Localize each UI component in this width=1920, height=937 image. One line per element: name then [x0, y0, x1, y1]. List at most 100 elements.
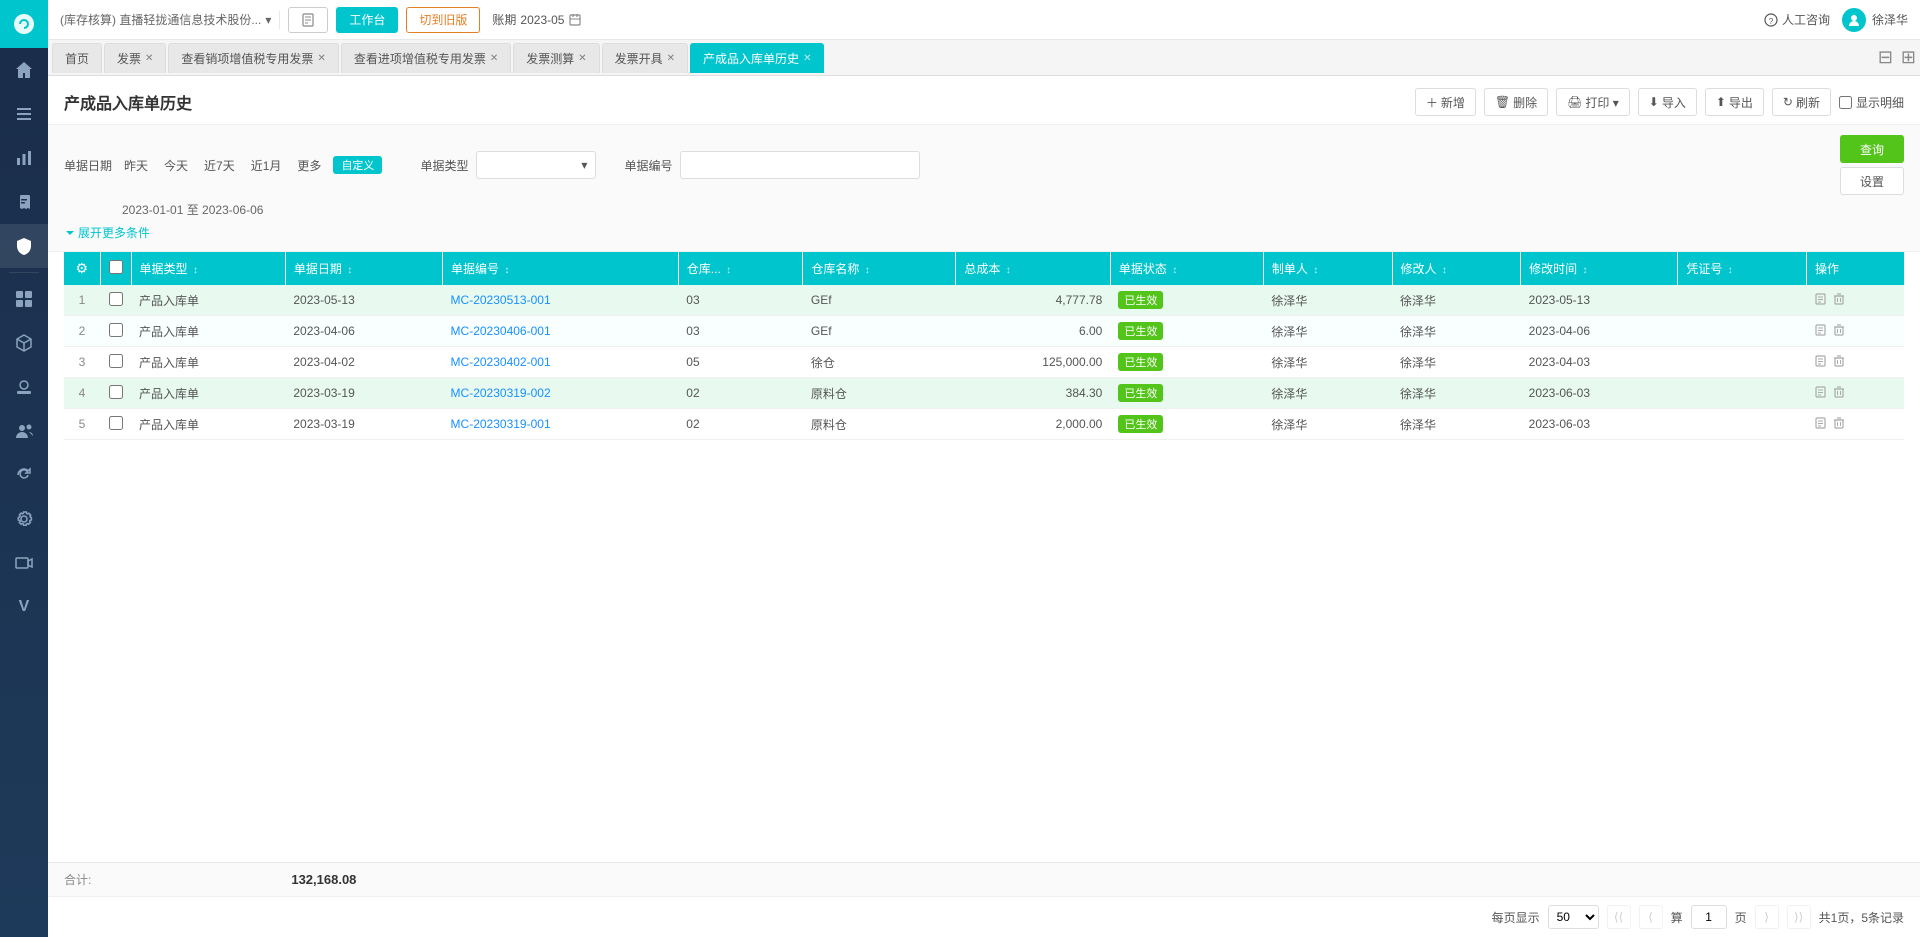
row-checkbox-cell[interactable] [100, 378, 131, 409]
sidebar-item-invoice[interactable] [0, 180, 48, 224]
row-edit-icon[interactable] [1814, 323, 1828, 340]
sidebar-item-people[interactable] [0, 409, 48, 453]
select-all-checkbox[interactable] [109, 260, 123, 274]
sidebar-item-chart[interactable] [0, 136, 48, 180]
row-checkbox-cell[interactable] [100, 347, 131, 378]
row-delete-icon[interactable] [1832, 385, 1846, 402]
date-yesterday[interactable]: 昨天 [120, 157, 152, 174]
col-modifier-header[interactable]: 修改人 ↕ [1392, 252, 1521, 285]
row-edit-icon[interactable] [1814, 354, 1828, 371]
tab-invoice-close[interactable]: ✕ [145, 53, 153, 64]
tab-product-history-close[interactable]: ✕ [803, 53, 811, 64]
maximize-icon[interactable]: ⊞ [1901, 47, 1916, 68]
col-status-header[interactable]: 单据状态 ↕ [1110, 252, 1263, 285]
prev-page-btn[interactable]: ⟨ [1639, 905, 1663, 929]
tab-purchase-vat-close[interactable]: ✕ [490, 53, 498, 64]
row-checkbox[interactable] [109, 385, 123, 399]
sidebar-item-grid[interactable] [0, 277, 48, 321]
row-checkbox[interactable] [109, 323, 123, 337]
sidebar-item-list[interactable] [0, 92, 48, 136]
type-filter-select[interactable]: ▾ [476, 151, 596, 179]
tab-invoice[interactable]: 发票 ✕ [104, 43, 166, 73]
sidebar-item-home[interactable] [0, 48, 48, 92]
tab-purchase-vat[interactable]: 查看进项增值税专用发票 ✕ [341, 43, 511, 73]
tab-sales-vat[interactable]: 查看销项增值税专用发票 ✕ [168, 43, 338, 73]
date-7days[interactable]: 近7天 [200, 157, 239, 174]
col-number-header[interactable]: 单据编号 ↕ [443, 252, 679, 285]
col-creator-header[interactable]: 制单人 ↕ [1263, 252, 1392, 285]
number-filter-input[interactable] [680, 151, 920, 179]
row-number-link[interactable]: MC-20230319-001 [451, 417, 551, 431]
row-checkbox[interactable] [109, 354, 123, 368]
user-menu[interactable]: 徐泽华 [1842, 8, 1908, 32]
page-input[interactable] [1691, 905, 1727, 929]
tab-invoice-calc[interactable]: 发票测算 ✕ [513, 43, 599, 73]
print-btn[interactable]: 🖨 打印 ▾ [1556, 88, 1630, 116]
company-selector[interactable]: (库存核算) 直播轻拢通信息技术股份... ▾ [60, 11, 271, 28]
tab-product-history[interactable]: 产成品入库单历史 ✕ [690, 43, 824, 73]
tab-sales-vat-close[interactable]: ✕ [317, 53, 325, 64]
tab-home[interactable]: 首页 [52, 43, 102, 73]
import-btn[interactable]: ⬇ 导入 [1638, 88, 1697, 116]
expand-filter-btn[interactable]: 展开更多条件 [64, 224, 1904, 241]
row-edit-icon[interactable] [1814, 416, 1828, 433]
sidebar-item-refresh[interactable] [0, 453, 48, 497]
tab-invoice-issue[interactable]: 发票开具 ✕ [602, 43, 688, 73]
first-page-btn[interactable]: ⟨⟨ [1607, 905, 1631, 929]
gear-icon[interactable]: ⚙ [75, 260, 88, 276]
query-btn[interactable]: 查询 [1840, 135, 1904, 163]
col-warehouse-code-header[interactable]: 仓库... ↕ [678, 252, 803, 285]
row-edit-icon[interactable] [1814, 385, 1828, 402]
delete-btn[interactable]: 🗑 删除 [1484, 88, 1548, 116]
row-delete-icon[interactable] [1832, 292, 1846, 309]
sidebar-item-settings[interactable] [0, 497, 48, 541]
row-checkbox[interactable] [109, 416, 123, 430]
date-today[interactable]: 今天 [160, 157, 192, 174]
col-checkbox[interactable] [100, 252, 131, 285]
last-page-btn[interactable]: ⟩⟩ [1787, 905, 1811, 929]
row-checkbox-cell[interactable] [100, 409, 131, 440]
row-number-link[interactable]: MC-20230402-001 [451, 355, 551, 369]
row-edit-icon[interactable] [1814, 292, 1828, 309]
sidebar-item-stamp[interactable] [0, 365, 48, 409]
col-date-header[interactable]: 单据日期 ↕ [285, 252, 442, 285]
row-number-link[interactable]: MC-20230513-001 [451, 293, 551, 307]
col-total-cost-header[interactable]: 总成本 ↕ [956, 252, 1110, 285]
col-voucher-header[interactable]: 凭证号 ↕ [1678, 252, 1807, 285]
workbench-btn[interactable]: 工作台 [336, 7, 398, 33]
per-page-select[interactable]: 50 100 200 [1548, 905, 1599, 929]
row-delete-icon[interactable] [1832, 323, 1846, 340]
date-more[interactable]: 更多 [293, 157, 325, 174]
document-btn[interactable] [288, 7, 328, 33]
tab-invoice-issue-close[interactable]: ✕ [667, 53, 675, 64]
row-delete-icon[interactable] [1832, 416, 1846, 433]
sidebar-item-box[interactable] [0, 321, 48, 365]
row-checkbox-cell[interactable] [100, 285, 131, 316]
minimize-icon[interactable]: ⊟ [1878, 47, 1893, 68]
row-checkbox-cell[interactable] [100, 316, 131, 347]
sidebar-item-v[interactable]: V [0, 585, 48, 629]
set-btn[interactable]: 设置 [1840, 167, 1904, 195]
date-1month[interactable]: 近1月 [247, 157, 286, 174]
col-type-header[interactable]: 单据类型 ↕ [131, 252, 285, 285]
export-btn[interactable]: ⬆ 导出 [1705, 88, 1764, 116]
tab-invoice-calc-close[interactable]: ✕ [578, 53, 586, 64]
new-btn[interactable]: ＋ 新增 [1415, 88, 1476, 116]
row-checkbox[interactable] [109, 292, 123, 306]
refresh-btn[interactable]: ↻ 刷新 [1772, 88, 1831, 116]
sidebar-item-shield[interactable] [0, 224, 48, 268]
col-setting[interactable]: ⚙ [64, 252, 100, 285]
next-page-btn[interactable]: ⟩ [1755, 905, 1779, 929]
company-dropdown-icon[interactable]: ▾ [265, 13, 271, 27]
col-modify-time-header[interactable]: 修改时间 ↕ [1521, 252, 1678, 285]
row-number-link[interactable]: MC-20230319-002 [451, 386, 551, 400]
col-warehouse-name-header[interactable]: 仓库名称 ↕ [803, 252, 956, 285]
date-custom-btn[interactable]: 自定义 [333, 156, 382, 174]
show-detail-label[interactable]: 显示明细 [1839, 94, 1904, 111]
row-delete-icon[interactable] [1832, 354, 1846, 371]
switch-old-btn[interactable]: 切到旧版 [406, 7, 480, 33]
show-detail-checkbox[interactable] [1839, 96, 1852, 109]
sidebar-item-video[interactable] [0, 541, 48, 585]
row-number-link[interactable]: MC-20230406-001 [451, 324, 551, 338]
help-btn[interactable]: ? 人工咨询 [1764, 11, 1830, 28]
